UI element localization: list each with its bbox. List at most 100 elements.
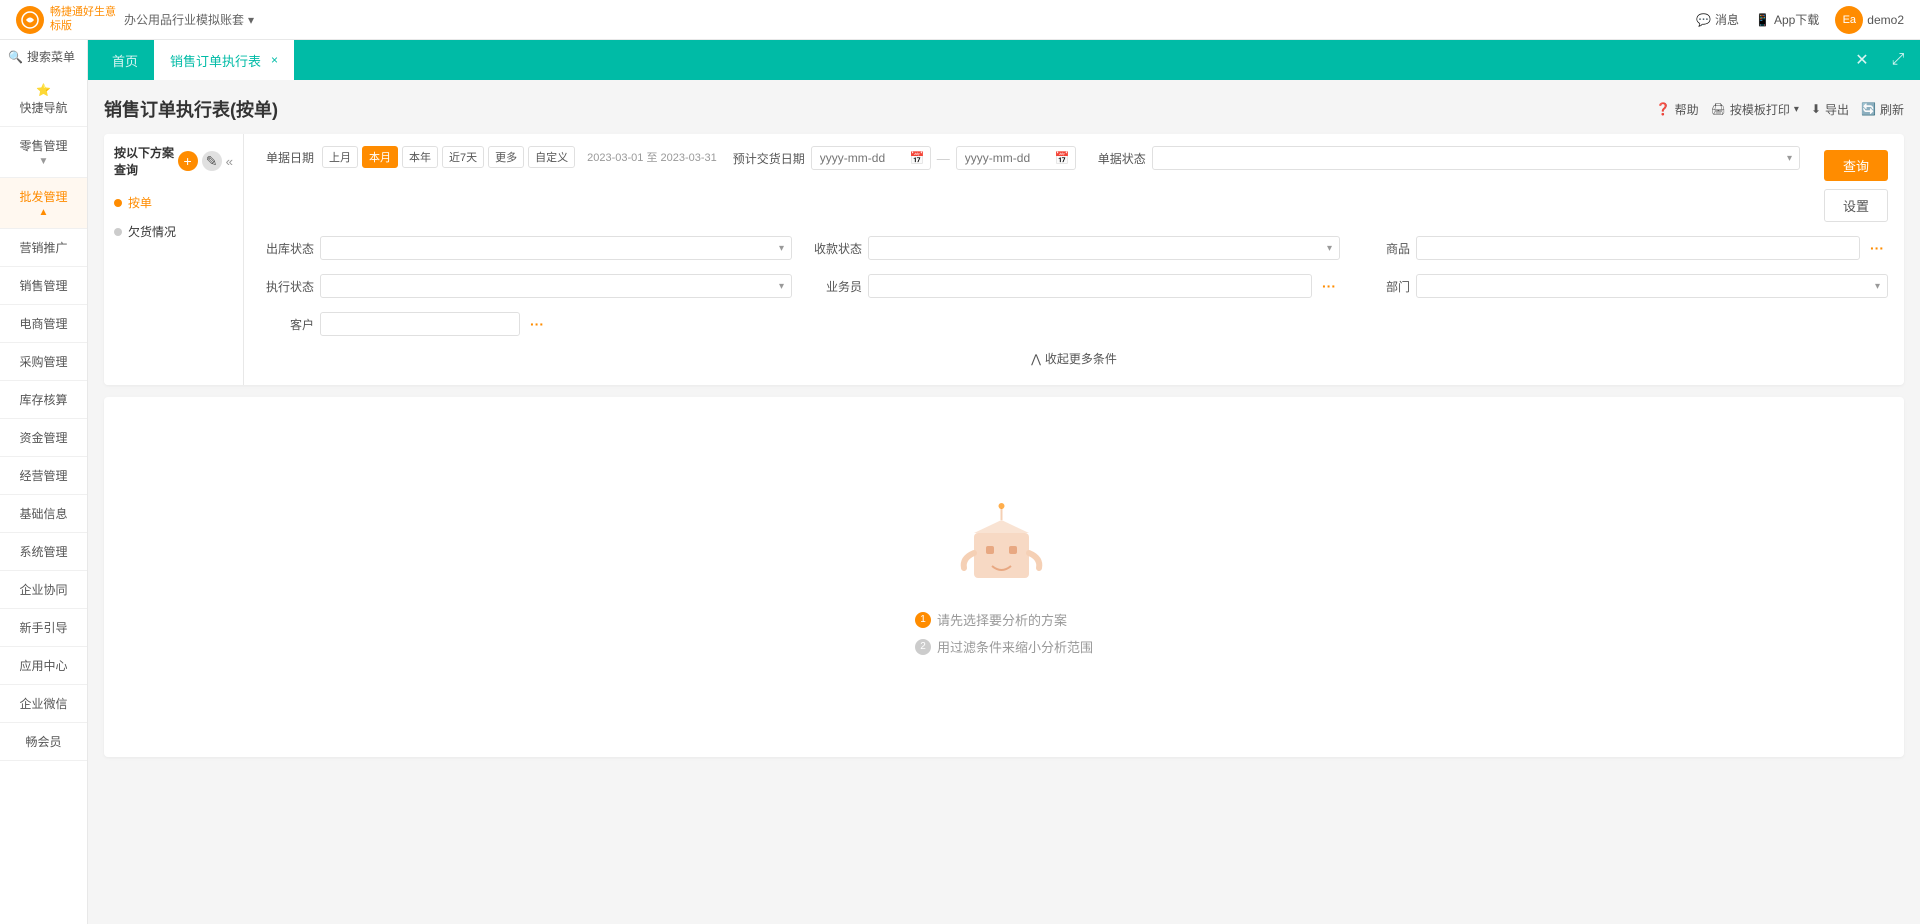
- help-icon: ❓: [1656, 102, 1671, 116]
- sidebar-item-member[interactable]: 畅会员: [0, 723, 87, 761]
- date-btn-this-year[interactable]: 本年: [402, 146, 438, 168]
- status-select[interactable]: [1152, 146, 1800, 170]
- apps-label: 应用中心: [19, 657, 67, 674]
- top-nav-bar: 首页 销售订单执行表 × ✕ ⤢: [88, 40, 1920, 80]
- sidebar-item-operations[interactable]: 经营管理: [0, 457, 87, 495]
- print-btn[interactable]: 🖨 按模板打印 ▾: [1711, 101, 1799, 118]
- nav-right-controls: ✕ ⤢: [1848, 46, 1912, 74]
- query-btn[interactable]: 查询: [1824, 150, 1888, 181]
- execution-select[interactable]: [320, 274, 792, 298]
- sidebar-item-retail[interactable]: 零售管理 ▼: [0, 127, 87, 178]
- date-filter: 单据日期 上月 本月 本年 近7天 更多 自定义 2023-03-01 至 20…: [260, 146, 717, 168]
- sidebar-item-quick-nav[interactable]: ⭐ 快捷导航: [0, 73, 87, 127]
- app-download-btn[interactable]: 📱 App下载: [1755, 11, 1819, 28]
- outbound-select-wrapper: ▾: [320, 236, 792, 260]
- sidebar-item-inventory[interactable]: 库存核算: [0, 381, 87, 419]
- sidebar-item-purchase[interactable]: 采购管理: [0, 343, 87, 381]
- sidebar-item-ecommerce[interactable]: 电商管理: [0, 305, 87, 343]
- tab-sales-order[interactable]: 销售订单执行表 ×: [154, 40, 294, 80]
- date-btn-custom[interactable]: 自定义: [528, 146, 575, 168]
- receipt-label: 收款状态: [808, 240, 862, 257]
- step-1-text: 请先选择要分析的方案: [937, 610, 1067, 629]
- user-name: demo2: [1867, 13, 1904, 27]
- date-btn-more[interactable]: 更多: [488, 146, 524, 168]
- date-btn-this-month[interactable]: 本月: [362, 146, 398, 168]
- step-1-num: 1: [915, 612, 931, 628]
- message-btn[interactable]: 💬 消息: [1696, 11, 1739, 28]
- sales-order-tab-label: 销售订单执行表: [170, 51, 261, 70]
- wechat-label: 企业微信: [19, 695, 67, 712]
- sales-label: 销售管理: [19, 277, 67, 294]
- purchase-label: 采购管理: [19, 353, 67, 370]
- sidebar-item-apps[interactable]: 应用中心: [0, 647, 87, 685]
- salesperson-more-btn[interactable]: ···: [1318, 276, 1340, 296]
- department-select[interactable]: [1416, 274, 1888, 298]
- settings-btn[interactable]: 设置: [1824, 189, 1888, 222]
- sidebar-item-marketing[interactable]: 营销推广: [0, 229, 87, 267]
- page-title: 销售订单执行表(按单): [104, 96, 278, 122]
- receipt-select[interactable]: [868, 236, 1340, 260]
- export-btn[interactable]: ⬇ 导出: [1811, 101, 1849, 118]
- export-label: 导出: [1825, 101, 1849, 118]
- expand-window-btn[interactable]: ⤢: [1884, 46, 1912, 74]
- customer-input[interactable]: [320, 312, 520, 336]
- sidebar-item-guide[interactable]: 新手引导: [0, 609, 87, 647]
- filter-row-1: 单据日期 上月 本月 本年 近7天 更多 自定义 2023-03-01 至 20…: [260, 146, 1888, 222]
- sidebar-item-wholesale[interactable]: 批发管理 ▲: [0, 178, 87, 229]
- search-menu-btn[interactable]: 🔍 搜索菜单: [0, 40, 87, 73]
- sidebar-item-enterprise[interactable]: 企业协同: [0, 571, 87, 609]
- message-icon: 💬: [1696, 13, 1711, 27]
- company-select[interactable]: 办公用品行业模拟账套 ▾: [124, 11, 254, 28]
- add-scheme-btn[interactable]: +: [178, 151, 198, 171]
- step-2-text: 用过滤条件来缩小分析范围: [937, 637, 1093, 656]
- app-download-icon: 📱: [1755, 13, 1770, 27]
- edit-scheme-btn[interactable]: ✎: [202, 151, 222, 171]
- scheme-item-欠货情况[interactable]: 欠货情况: [104, 217, 243, 246]
- collapse-btn[interactable]: ⋀ 收起更多条件: [260, 344, 1888, 373]
- product-input[interactable]: [1416, 236, 1860, 260]
- product-more-btn[interactable]: ···: [1866, 238, 1888, 258]
- user-profile[interactable]: Ea demo2: [1835, 6, 1904, 34]
- date-to-wrapper: 📅: [956, 146, 1076, 170]
- page-content: 销售订单执行表(按单) ❓ 帮助 🖨 按模板打印 ▾ ⬇ 导出: [88, 80, 1920, 924]
- receipt-filter: 收款状态 ▾: [808, 236, 1340, 260]
- filter-row-4: 客户 ···: [260, 312, 1888, 336]
- tab-home[interactable]: 首页: [96, 40, 154, 80]
- sidebar-item-basic[interactable]: 基础信息: [0, 495, 87, 533]
- message-label: 消息: [1715, 11, 1739, 28]
- scheme-panel-header: 按以下方案查询 + ✎ «: [104, 134, 243, 188]
- sidebar-item-wechat[interactable]: 企业微信: [0, 685, 87, 723]
- help-btn[interactable]: ❓ 帮助: [1656, 101, 1699, 118]
- scheme-panel: 按以下方案查询 + ✎ « 按单 欠货情况: [104, 134, 244, 385]
- sidebar-item-system[interactable]: 系统管理: [0, 533, 87, 571]
- print-dropdown-icon: ▾: [1794, 104, 1799, 115]
- help-label: 帮助: [1675, 101, 1699, 118]
- date-btn-7days[interactable]: 近7天: [442, 146, 484, 168]
- scheme-item-按单[interactable]: 按单: [104, 188, 243, 217]
- date-from-wrapper: 📅: [811, 146, 931, 170]
- status-select-wrapper: ▾: [1152, 146, 1800, 170]
- refresh-btn[interactable]: 🔄 刷新: [1861, 101, 1904, 118]
- calendar-from-icon: 📅: [910, 151, 925, 165]
- company-name: 办公用品行业模拟账套: [124, 11, 244, 28]
- date-btn-last-month[interactable]: 上月: [322, 146, 358, 168]
- print-icon: 🖨: [1711, 102, 1726, 116]
- department-filter: 部门 ▾: [1356, 274, 1888, 298]
- customer-more-btn[interactable]: ···: [526, 314, 548, 334]
- execution-select-wrapper: ▾: [320, 274, 792, 298]
- salesperson-input[interactable]: [868, 274, 1312, 298]
- sidebar-item-finance[interactable]: 资金管理: [0, 419, 87, 457]
- collapse-scheme-btn[interactable]: «: [226, 151, 233, 171]
- quick-nav-label: 快捷导航: [19, 99, 67, 116]
- close-window-btn[interactable]: ✕: [1848, 46, 1876, 74]
- expected-date-filter: 预计交货日期 📅 — 📅: [733, 146, 1076, 170]
- scheme-label-按单: 按单: [128, 194, 152, 211]
- tab-close-icon[interactable]: ×: [271, 53, 278, 67]
- page-actions: ❓ 帮助 🖨 按模板打印 ▾ ⬇ 导出 🔄 刷新: [1656, 101, 1904, 118]
- outbound-select[interactable]: [320, 236, 792, 260]
- empty-step-2: 2 用过滤条件来缩小分析范围: [915, 637, 1093, 656]
- basic-label: 基础信息: [19, 505, 67, 522]
- marketing-label: 营销推广: [19, 239, 67, 256]
- collapse-label: 收起更多条件: [1045, 350, 1117, 367]
- sidebar-item-sales[interactable]: 销售管理: [0, 267, 87, 305]
